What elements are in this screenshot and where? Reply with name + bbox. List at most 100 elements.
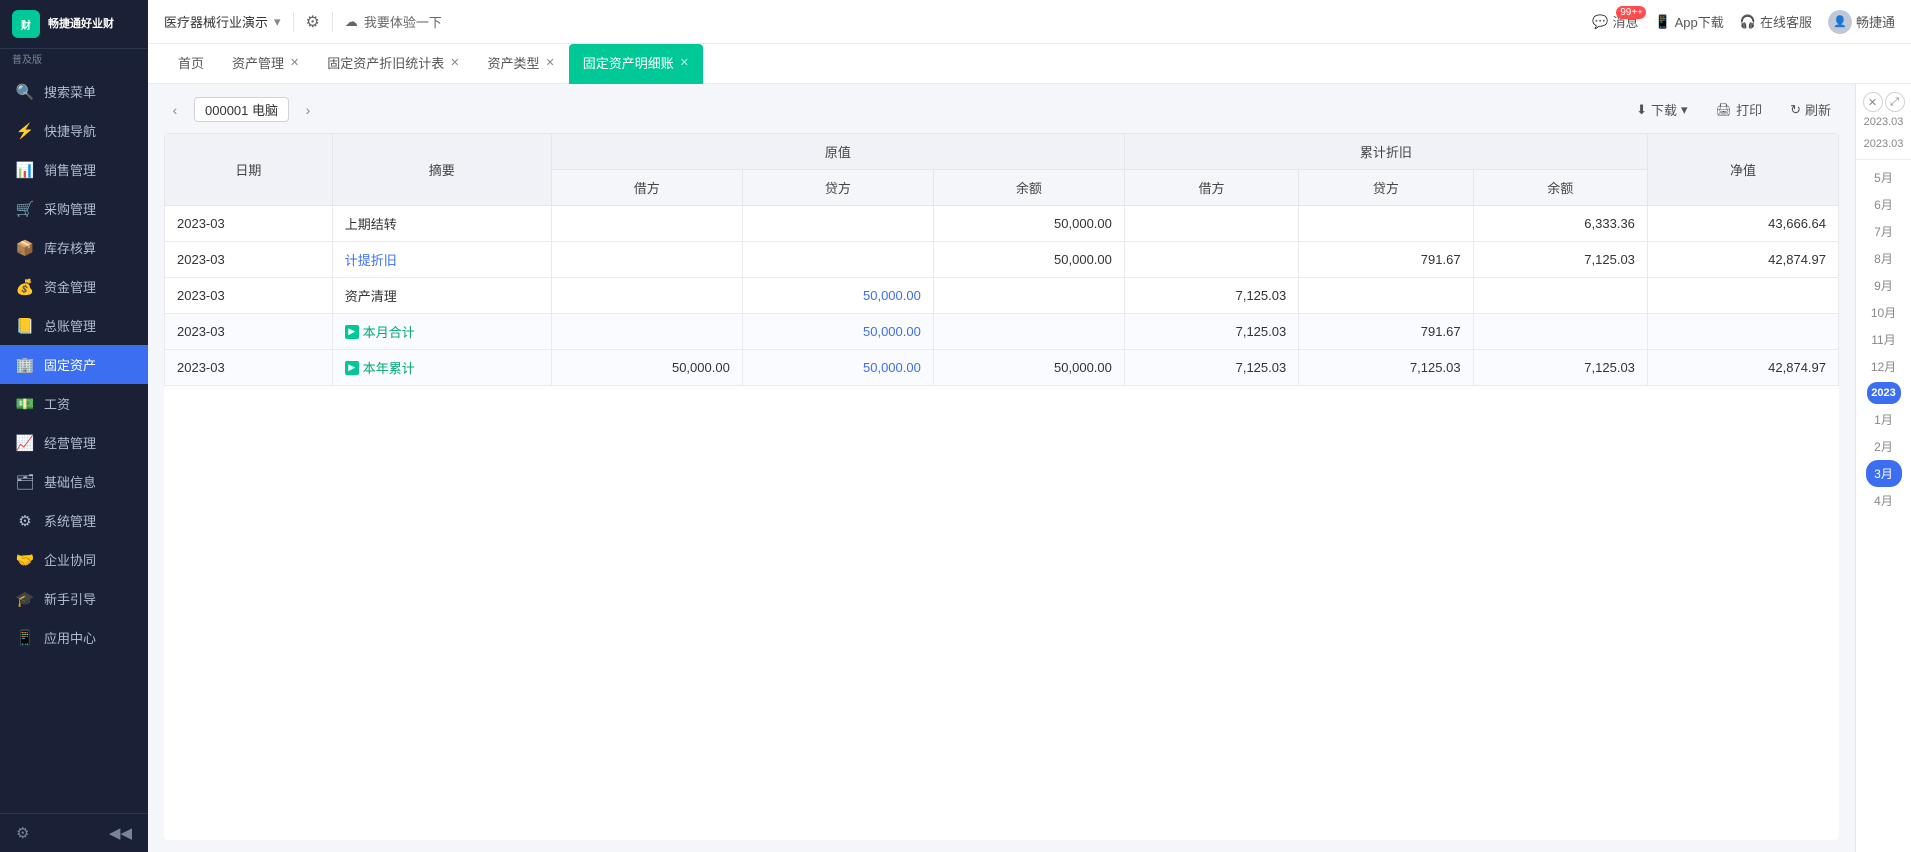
sidebar-item-guide[interactable]: 🎓 新手引导 <box>0 579 148 618</box>
cell-dep-balance: 6,333.36 <box>1473 206 1647 242</box>
prev-btn[interactable]: ‹ <box>164 99 186 121</box>
sidebar-label-quick-nav: 快捷导航 <box>44 121 96 140</box>
sidebar-item-finance[interactable]: 💰 资金管理 <box>0 267 148 306</box>
timeline-month-9月[interactable]: 9月 <box>1866 272 1902 299</box>
sidebar-item-system[interactable]: ⚙ 系统管理 <box>0 501 148 540</box>
print-btn[interactable]: 🖨 打印 <box>1708 96 1771 123</box>
experience-btn[interactable]: ☁ 我要体验一下 <box>345 12 442 31</box>
tab-depreciation-stats[interactable]: 固定资产折旧统计表✕ <box>313 44 473 84</box>
orig-balance: 余额 <box>933 170 1124 206</box>
timeline-month-1月[interactable]: 1月 <box>1866 406 1902 433</box>
col-summary: 摘要 <box>332 134 551 206</box>
sales-icon: 📊 <box>16 161 34 179</box>
timeline-month-3月[interactable]: 3月 <box>1866 460 1902 487</box>
dep-balance: 余额 <box>1473 170 1647 206</box>
collapse-icon[interactable]: ◀◀ <box>109 824 132 842</box>
cell-dep-balance: 7,125.03 <box>1473 350 1647 386</box>
cell-orig-credit: 50,000.00 <box>742 278 933 314</box>
col-original-value: 原值 <box>551 134 1124 170</box>
summary-text: 上期结转 <box>345 217 397 232</box>
timeline-month-10月[interactable]: 10月 <box>1866 299 1902 326</box>
tab-label-asset-detail: 固定资产明细账 <box>583 53 674 72</box>
cell-dep-credit: 7,125.03 <box>1299 350 1473 386</box>
topbar-settings-icon[interactable]: ⚙ <box>306 12 320 32</box>
sidebar-item-basic-info[interactable]: 🗂 基础信息 <box>0 462 148 501</box>
timeline-month-6月[interactable]: 6月 <box>1866 191 1902 218</box>
sidebar-item-salary[interactable]: 💵 工资 <box>0 384 148 423</box>
sidebar-item-quick-nav[interactable]: ⚡ 快捷导航 <box>0 111 148 150</box>
page-nav: ‹ 000001 电脑 › <box>164 97 319 122</box>
timeline-month-5月[interactable]: 5月 <box>1866 164 1902 191</box>
cell-dep-balance <box>1473 314 1647 350</box>
tab-home[interactable]: 首页 <box>164 44 218 84</box>
sidebar-label-ledger: 总账管理 <box>44 316 96 335</box>
cell-dep-credit: 791.67 <box>1299 242 1473 278</box>
operations-icon: 📈 <box>16 434 34 452</box>
next-btn[interactable]: › <box>297 99 319 121</box>
tab-asset-mgmt[interactable]: 资产管理 ✕ <box>218 44 313 84</box>
cell-orig-balance: 50,000.00 <box>933 350 1124 386</box>
timeline-close-icon[interactable]: ✕ <box>1863 92 1883 112</box>
timeline-expand-icon[interactable]: ⤢ <box>1885 92 1905 112</box>
refresh-label: 刷新 <box>1805 100 1831 119</box>
page-area: ‹ 000001 电脑 › ⬇ 下载 ▾ 🖨 打印 ↻ <box>148 84 1911 852</box>
download-label: App下载 <box>1675 12 1724 31</box>
tab-asset-detail[interactable]: 固定资产明细账 ✕ <box>569 44 703 84</box>
timeline-month-11月[interactable]: 11月 <box>1866 326 1902 353</box>
tab-close-asset-mgmt[interactable]: ✕ <box>290 56 299 69</box>
tab-label-asset-mgmt: 资产管理 <box>232 53 284 72</box>
message-icon: 💬 <box>1592 14 1608 30</box>
service-btn[interactable]: 🎧 在线客服 <box>1740 12 1812 31</box>
cell-orig-debit <box>551 242 742 278</box>
orig-credit: 贷方 <box>742 170 933 206</box>
summary-tag: ▶ 本年累计 <box>345 358 415 377</box>
sidebar-item-ledger[interactable]: 📒 总账管理 <box>0 306 148 345</box>
timeline-month-2月[interactable]: 2月 <box>1866 433 1902 460</box>
cell-orig-debit <box>551 314 742 350</box>
quick-nav-icon: ⚡ <box>16 122 34 140</box>
cell-summary: 资产清理 <box>332 278 551 314</box>
cell-date: 2023-03 <box>165 350 333 386</box>
timeline-collapse-btn[interactable]: ✕ ⤢ <box>1863 92 1905 112</box>
sidebar-item-apps[interactable]: 📱 应用中心 <box>0 618 148 657</box>
cell-date: 2023-03 <box>165 278 333 314</box>
sidebar-item-search[interactable]: 🔍 搜索菜单 <box>0 72 148 111</box>
tab-close-asset-type[interactable]: ✕ <box>546 56 555 69</box>
sidebar: 财 畅捷通好业财 普及版 🔍 搜索菜单 ⚡ 快捷导航 📊 销售管理 🛒 采购管理… <box>0 0 148 852</box>
cell-dep-debit: 7,125.03 <box>1124 278 1298 314</box>
sidebar-logo: 财 畅捷通好业财 <box>0 0 148 49</box>
tab-asset-type[interactable]: 资产类型✕ <box>473 44 568 84</box>
company-dropdown-icon: ▾ <box>274 14 281 30</box>
sidebar-item-operations[interactable]: 📈 经营管理 <box>0 423 148 462</box>
tab-close-depreciation-stats[interactable]: ✕ <box>450 56 459 69</box>
timeline-month-12月[interactable]: 12月 <box>1866 353 1902 380</box>
user-menu[interactable]: 👤 畅捷通 <box>1828 10 1895 34</box>
sidebar-item-purchase[interactable]: 🛒 采购管理 <box>0 189 148 228</box>
fixed-assets-icon: 🏢 <box>16 356 34 374</box>
notifications-btn[interactable]: 💬 消息 99++ <box>1592 12 1638 31</box>
timeline-month-7月[interactable]: 7月 <box>1866 218 1902 245</box>
timeline-year-2023[interactable]: 2023 <box>1867 382 1901 404</box>
summary-text: 资产清理 <box>345 289 397 304</box>
download-btn[interactable]: ⬇ 下载 ▾ <box>1628 96 1695 123</box>
sidebar-item-inventory[interactable]: 📦 库存核算 <box>0 228 148 267</box>
cell-summary: ▶ 本年累计 <box>332 350 551 386</box>
timeline-month-4月[interactable]: 4月 <box>1866 487 1902 514</box>
user-avatar: 👤 <box>1828 10 1852 34</box>
sidebar-item-fixed-assets[interactable]: 🏢 固定资产 <box>0 345 148 384</box>
basic-info-icon: 🗂 <box>16 473 34 491</box>
sidebar-item-sales[interactable]: 📊 销售管理 <box>0 150 148 189</box>
tab-close-asset-detail[interactable]: ✕ <box>680 56 689 69</box>
user-label: 畅捷通 <box>1856 12 1895 31</box>
sidebar-item-collab[interactable]: 🤝 企业协同 <box>0 540 148 579</box>
cell-orig-debit <box>551 278 742 314</box>
sidebar-label-sales: 销售管理 <box>44 160 96 179</box>
timeline-month-8月[interactable]: 8月 <box>1866 245 1902 272</box>
app-download-btn[interactable]: 📱 App下载 <box>1654 12 1723 31</box>
cell-orig-balance <box>933 278 1124 314</box>
table-row: 2023-03 上期结转 50,000.00 6,333.36 43,666.6… <box>165 206 1839 242</box>
company-selector[interactable]: 医疗器械行业演示 ▾ <box>164 12 281 31</box>
settings-icon[interactable]: ⚙ <box>16 824 29 842</box>
refresh-btn[interactable]: ↻ 刷新 <box>1782 96 1839 123</box>
cell-summary: 上期结转 <box>332 206 551 242</box>
